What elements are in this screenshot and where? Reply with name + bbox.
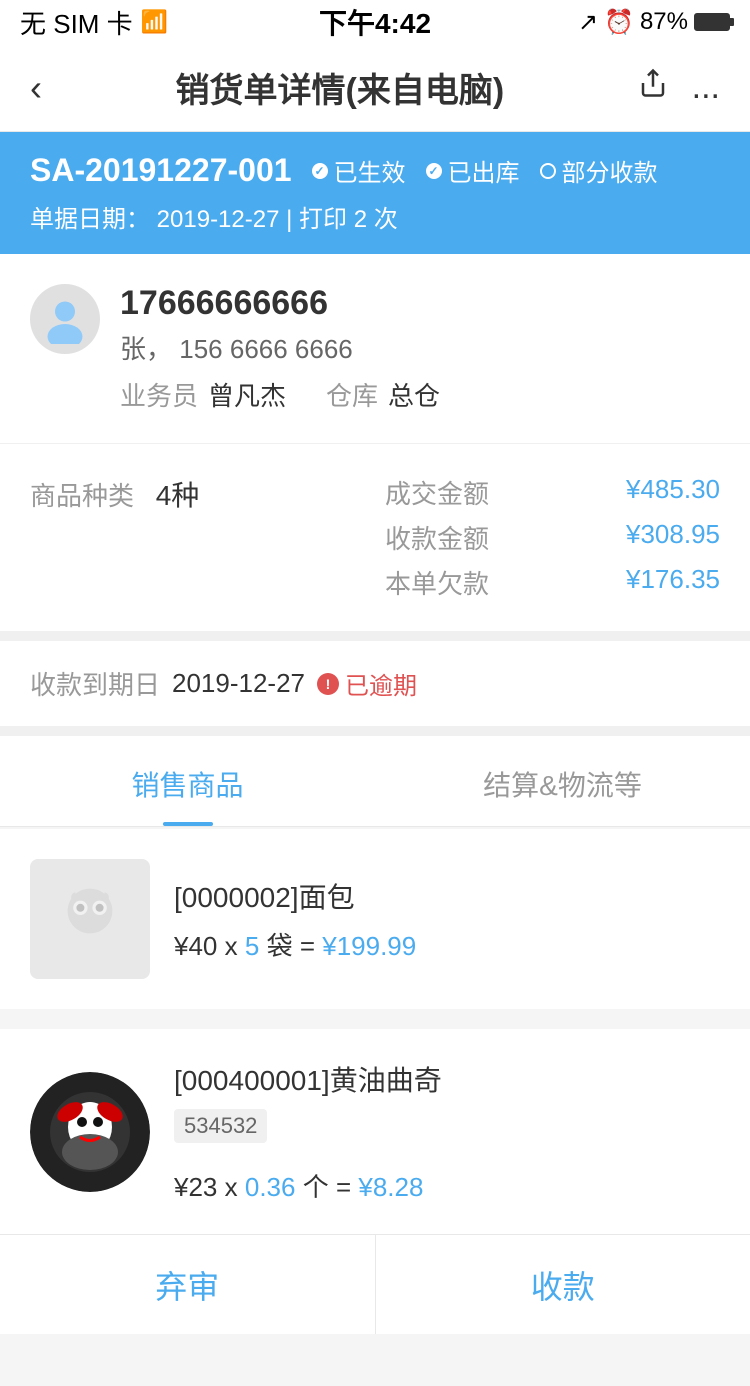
status-badge-shipped: 已出库 xyxy=(426,153,520,188)
alarm-icon: ⏰ xyxy=(604,8,634,37)
status-time: 下午4:42 xyxy=(319,2,431,42)
collect-button[interactable]: 收款 xyxy=(376,1235,750,1334)
sales-label: 业务员 xyxy=(120,376,198,413)
warning-icon: ! xyxy=(317,673,339,695)
more-icon[interactable]: ... xyxy=(692,68,720,107)
customer-info: 17666666666 张， 156 6666 6666 业务员 曾凡杰 仓库 … xyxy=(120,284,720,413)
warehouse-meta: 仓库 总仓 xyxy=(326,376,440,413)
product-item: [000400001]黄油曲奇 534532 ¥23 x 0.36 个 = ¥8… xyxy=(0,1029,750,1234)
tabs: 销售商品 结算&物流等 xyxy=(0,736,750,827)
product-qty-1: 5 xyxy=(245,931,259,961)
sales-name: 曾凡杰 xyxy=(208,376,286,413)
check-icon-2 xyxy=(426,163,442,179)
check-icon-1 xyxy=(312,163,328,179)
print-label: | 打印 xyxy=(286,206,347,233)
product-info-2: [000400001]黄油曲奇 534532 ¥23 x 0.36 个 = ¥8… xyxy=(174,1059,720,1204)
received-amount-label: 收款金额 xyxy=(385,519,489,556)
deal-amount-row: 成交金额 ¥485.30 xyxy=(385,474,720,511)
deal-amount-label: 成交金额 xyxy=(385,474,489,511)
reject-button[interactable]: 弃审 xyxy=(0,1235,376,1334)
bottom-bar: 弃审 收款 xyxy=(0,1234,750,1334)
summary-right: 成交金额 ¥485.30 收款金额 ¥308.95 本单欠款 ¥176.35 xyxy=(385,474,720,601)
due-amount-row: 本单欠款 ¥176.35 xyxy=(385,564,720,601)
product-total-2: ¥8.28 xyxy=(358,1172,423,1202)
status-bar: 无 SIM 卡 📶 下午4:42 ↗ ⏰ 87% xyxy=(0,0,750,44)
customer-avatar xyxy=(30,284,100,354)
status-left: 无 SIM 卡 📶 xyxy=(20,4,168,41)
clock-icon xyxy=(540,163,556,179)
gps-icon: ↗ xyxy=(578,8,598,37)
date-label: 单据日期： xyxy=(30,206,150,233)
overdue-label: 收款到期日 xyxy=(30,665,160,702)
overdue-section: 收款到期日 2019-12-27 ! 已逾期 xyxy=(0,641,750,736)
warehouse-label: 仓库 xyxy=(326,376,378,413)
product-name-2: [000400001]黄油曲奇 xyxy=(174,1059,720,1099)
battery-label: 87% xyxy=(640,8,688,36)
share-icon[interactable] xyxy=(638,68,668,107)
overdue-text: 已逾期 xyxy=(345,666,417,701)
customer-section: 17666666666 张， 156 6666 6666 业务员 曾凡杰 仓库 … xyxy=(0,254,750,444)
product-price-1: ¥40 x 5 袋 = ¥199.99 xyxy=(174,926,720,963)
tab-settlement-label: 结算&物流等 xyxy=(483,770,642,801)
print-suffix: 次 xyxy=(374,206,398,233)
back-button[interactable]: ‹ xyxy=(30,67,42,109)
order-date: 2019-12-27 xyxy=(157,206,280,233)
customer-meta: 业务员 曾凡杰 仓库 总仓 xyxy=(120,376,720,413)
product-total-1: ¥199.99 xyxy=(322,931,416,961)
status-badge-effective: 已生效 xyxy=(312,153,406,188)
carrier-label: 无 SIM 卡 xyxy=(20,4,133,41)
tab-settlement[interactable]: 结算&物流等 xyxy=(375,736,750,826)
product-info-1: [0000002]面包 ¥40 x 5 袋 = ¥199.99 xyxy=(174,876,720,963)
print-count: 2 xyxy=(354,206,367,233)
product-image-1 xyxy=(30,859,150,979)
tab-products[interactable]: 销售商品 xyxy=(0,736,375,826)
product-price-2: ¥23 x 0.36 个 = ¥8.28 xyxy=(174,1167,720,1204)
status-right: ↗ ⏰ 87% xyxy=(578,8,730,37)
customer-account: 17666666666 xyxy=(120,284,720,323)
customer-phone: 张， 156 6666 6666 xyxy=(120,329,720,366)
product-image-2 xyxy=(30,1072,150,1192)
deal-amount-value: ¥485.30 xyxy=(626,474,720,511)
order-id: SA-20191227-001 xyxy=(30,152,292,189)
received-amount-row: 收款金额 ¥308.95 xyxy=(385,519,720,556)
sales-meta: 业务员 曾凡杰 xyxy=(120,376,286,413)
overdue-date: 2019-12-27 xyxy=(172,668,305,699)
nav-title: 销货单详情(来自电脑) xyxy=(176,63,505,112)
status-badge-partial: 部分收款 xyxy=(540,153,658,188)
battery-icon xyxy=(694,13,730,31)
product-qty-2: 0.36 xyxy=(245,1172,296,1202)
received-amount-value: ¥308.95 xyxy=(626,519,720,556)
warehouse-name: 总仓 xyxy=(388,376,440,413)
category-count: 4种 xyxy=(156,480,200,511)
category-label: 商品种类 xyxy=(30,481,134,511)
nav-bar: ‹ 销货单详情(来自电脑) ... xyxy=(0,44,750,132)
summary-section: 商品种类 4种 成交金额 ¥485.30 收款金额 ¥308.95 本单欠款 ¥… xyxy=(0,444,750,641)
due-amount-value: ¥176.35 xyxy=(626,564,720,601)
wifi-icon: 📶 xyxy=(141,9,168,35)
product-name-1: [0000002]面包 xyxy=(174,876,720,916)
owl-placeholder xyxy=(30,859,150,979)
collect-label: 收款 xyxy=(531,1262,595,1308)
order-banner: SA-20191227-001 已生效 已出库 部分收款 单据日期： 2019-… xyxy=(0,132,750,254)
banner-top: SA-20191227-001 已生效 已出库 部分收款 xyxy=(30,152,720,189)
product-batch: 534532 xyxy=(174,1109,267,1143)
overdue-badge: ! 已逾期 xyxy=(317,666,417,701)
product-item: [0000002]面包 ¥40 x 5 袋 = ¥199.99 xyxy=(0,829,750,1009)
due-amount-label: 本单欠款 xyxy=(385,564,489,601)
summary-left: 商品种类 4种 xyxy=(30,474,365,601)
tab-products-label: 销售商品 xyxy=(131,770,243,801)
nav-actions: ... xyxy=(638,68,720,107)
reject-label: 弃审 xyxy=(155,1262,219,1308)
banner-sub: 单据日期： 2019-12-27 | 打印 2 次 xyxy=(30,199,720,234)
